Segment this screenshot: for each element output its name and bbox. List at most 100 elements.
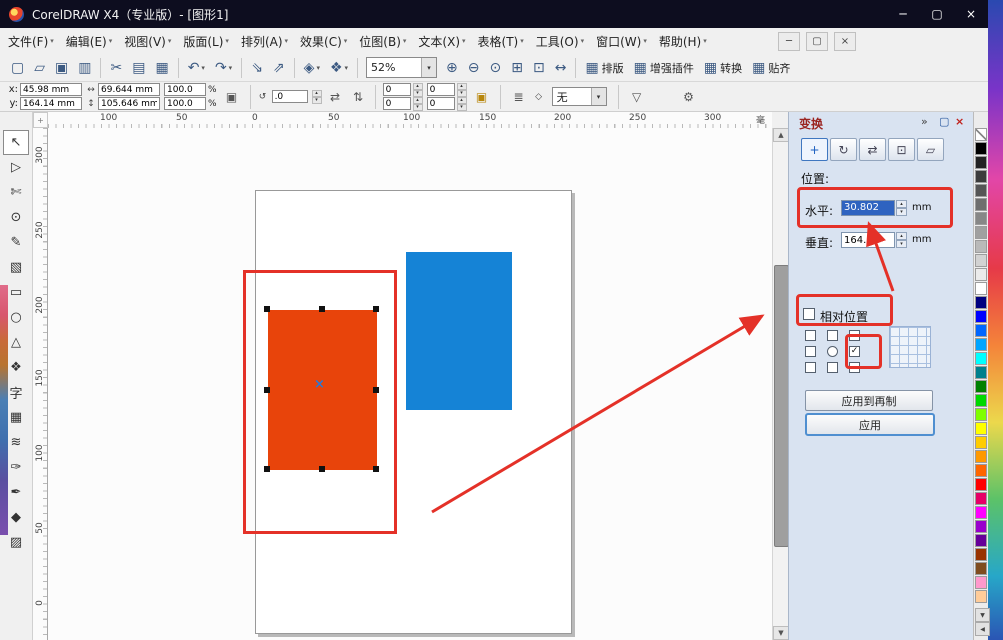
lock-corners-button[interactable]: ▣ — [471, 84, 493, 110]
color-swatch[interactable] — [975, 380, 987, 393]
shape-tool[interactable]: ▷ — [3, 155, 29, 180]
object-height-input[interactable] — [98, 97, 160, 110]
scale-horizontal-input[interactable] — [164, 83, 206, 96]
zoom-level-combo[interactable]: 52% ▾ — [366, 57, 438, 78]
pick-tool[interactable]: ↖ — [3, 130, 29, 155]
spinner-up-icon[interactable]: ▴ — [412, 96, 423, 104]
zoom-all-objects-button[interactable]: ⊞ — [507, 56, 527, 80]
scale-vertical-input[interactable] — [164, 97, 206, 110]
color-swatch[interactable] — [975, 184, 987, 197]
color-swatch[interactable] — [975, 534, 987, 547]
anchor-middle-left-checkbox[interactable] — [805, 346, 816, 357]
no-color-swatch[interactable] — [975, 128, 987, 141]
corner-radius-bottom-left-input[interactable] — [382, 97, 411, 110]
spinner-up-icon[interactable]: ▴ — [311, 89, 322, 97]
settings-gear-button[interactable]: ⚙ — [678, 84, 700, 110]
save-button[interactable]: ▣ — [51, 56, 72, 80]
menu-item-view[interactable]: 视图(V) ▾ — [116, 30, 175, 52]
lock-ratio-button[interactable]: ▣ — [221, 84, 243, 110]
color-swatch[interactable] — [975, 352, 987, 365]
docker-skew-tab[interactable]: ▱ — [917, 138, 944, 161]
palette-scroll-down-button[interactable]: ▼ — [975, 608, 990, 622]
menu-item-arrange[interactable]: 排列(A) ▾ — [233, 30, 292, 52]
object-width-input[interactable] — [98, 83, 160, 96]
redo-button[interactable]: ↷ ▾ — [211, 56, 236, 80]
color-swatch[interactable] — [975, 240, 987, 253]
open-button[interactable]: ▱ — [30, 56, 49, 80]
minimize-button[interactable]: ─ — [886, 0, 920, 28]
menu-item-edit[interactable]: 编辑(E) ▾ — [58, 30, 116, 52]
color-swatch[interactable] — [975, 506, 987, 519]
smart-fill-tool[interactable]: ▧ — [3, 255, 29, 280]
scroll-up-button[interactable]: ▲ — [773, 128, 789, 142]
spinner-down-icon[interactable]: ▾ — [896, 240, 907, 248]
maximize-button[interactable]: ▢ — [920, 0, 954, 28]
print-button[interactable]: ▥ — [74, 56, 95, 80]
typesetting-plugin-button[interactable]: ▦ 排版 — [581, 56, 627, 80]
object-y-input[interactable] — [20, 97, 82, 110]
menu-item-layout[interactable]: 版面(L) ▾ — [175, 30, 233, 52]
undo-button[interactable]: ↶ ▾ — [184, 56, 209, 80]
outline-width-combo[interactable]: 无 ▾ — [551, 87, 607, 106]
menu-item-help[interactable]: 帮助(H) ▾ — [651, 30, 711, 52]
spinner-up-icon[interactable]: ▴ — [456, 82, 467, 90]
scroll-down-button[interactable]: ▼ — [773, 626, 789, 640]
close-button[interactable]: × — [954, 0, 988, 28]
color-swatch[interactable] — [975, 576, 987, 589]
docker-close-button[interactable]: × — [955, 115, 964, 128]
zoom-page-button[interactable]: ⊡ — [529, 56, 549, 80]
vertical-spinner[interactable]: ▴ ▾ — [896, 232, 907, 248]
zoom-out-button[interactable]: ⊖ — [464, 56, 484, 80]
color-swatch[interactable] — [975, 492, 987, 505]
canvas-vertical-scrollbar[interactable]: ▲ ▼ — [772, 128, 789, 640]
anchor-bottom-center-checkbox[interactable] — [827, 362, 838, 373]
anchor-top-left-checkbox[interactable] — [805, 330, 816, 341]
color-swatch[interactable] — [975, 422, 987, 435]
color-swatch[interactable] — [975, 170, 987, 183]
vertical-value-text[interactable] — [842, 233, 898, 247]
anchor-top-center-checkbox[interactable] — [827, 330, 838, 341]
new-document-button[interactable]: ▢ — [7, 56, 28, 80]
color-swatch[interactable] — [975, 394, 987, 407]
spinner-up-icon[interactable]: ▴ — [896, 232, 907, 240]
object-x-input[interactable] — [20, 83, 82, 96]
crop-tool[interactable]: ✄ — [3, 180, 29, 205]
docker-position-tab[interactable]: + — [801, 138, 828, 161]
menu-item-effects[interactable]: 效果(C) ▾ — [292, 30, 351, 52]
corner-spinner[interactable]: ▴ ▾ — [412, 96, 423, 111]
scroll-thumb[interactable] — [774, 265, 789, 547]
ruler-origin-button[interactable]: + — [33, 112, 48, 128]
corner-radius-bottom-right-input[interactable] — [426, 97, 455, 110]
application-launcher-button[interactable]: ◈ ▾ — [300, 56, 324, 80]
corner-spinner[interactable]: ▴ ▾ — [456, 96, 467, 111]
color-swatch[interactable] — [975, 464, 987, 477]
color-swatch[interactable] — [975, 590, 987, 603]
canvas[interactable]: × — [48, 128, 772, 640]
docker-collapse-button[interactable]: » — [921, 115, 928, 128]
corner-spinner[interactable]: ▴ ▾ — [412, 82, 423, 97]
import-button[interactable]: ⇘ — [247, 56, 267, 80]
docker-float-button[interactable]: ▢ — [939, 115, 949, 128]
welcome-screen-button[interactable]: ❖ ▾ — [326, 56, 352, 80]
docker-rotate-tab[interactable]: ↻ — [830, 138, 857, 161]
corner-spinner[interactable]: ▴ ▾ — [456, 82, 467, 97]
color-swatch[interactable] — [975, 562, 987, 575]
color-swatch[interactable] — [975, 268, 987, 281]
color-swatch[interactable] — [975, 198, 987, 211]
spinner-down-icon[interactable]: ▾ — [456, 89, 467, 97]
corner-radius-top-left-input[interactable] — [382, 83, 411, 96]
color-swatch[interactable] — [975, 296, 987, 309]
spinner-down-icon[interactable]: ▾ — [456, 103, 467, 111]
color-swatch[interactable] — [975, 282, 987, 295]
color-swatch[interactable] — [975, 548, 987, 561]
cut-button[interactable]: ✂ — [106, 56, 126, 80]
document-minimize-button[interactable]: ─ — [778, 32, 800, 51]
color-swatch[interactable] — [975, 366, 987, 379]
color-swatch[interactable] — [975, 450, 987, 463]
zoom-in-button[interactable]: ⊕ — [442, 56, 462, 80]
export-button[interactable]: ⇗ — [269, 56, 289, 80]
blue-rectangle[interactable] — [406, 252, 512, 410]
zoom-tool[interactable]: ⊙ — [3, 205, 29, 230]
copy-button[interactable]: ▤ — [128, 56, 149, 80]
apply-button[interactable]: 应用 — [805, 413, 935, 436]
